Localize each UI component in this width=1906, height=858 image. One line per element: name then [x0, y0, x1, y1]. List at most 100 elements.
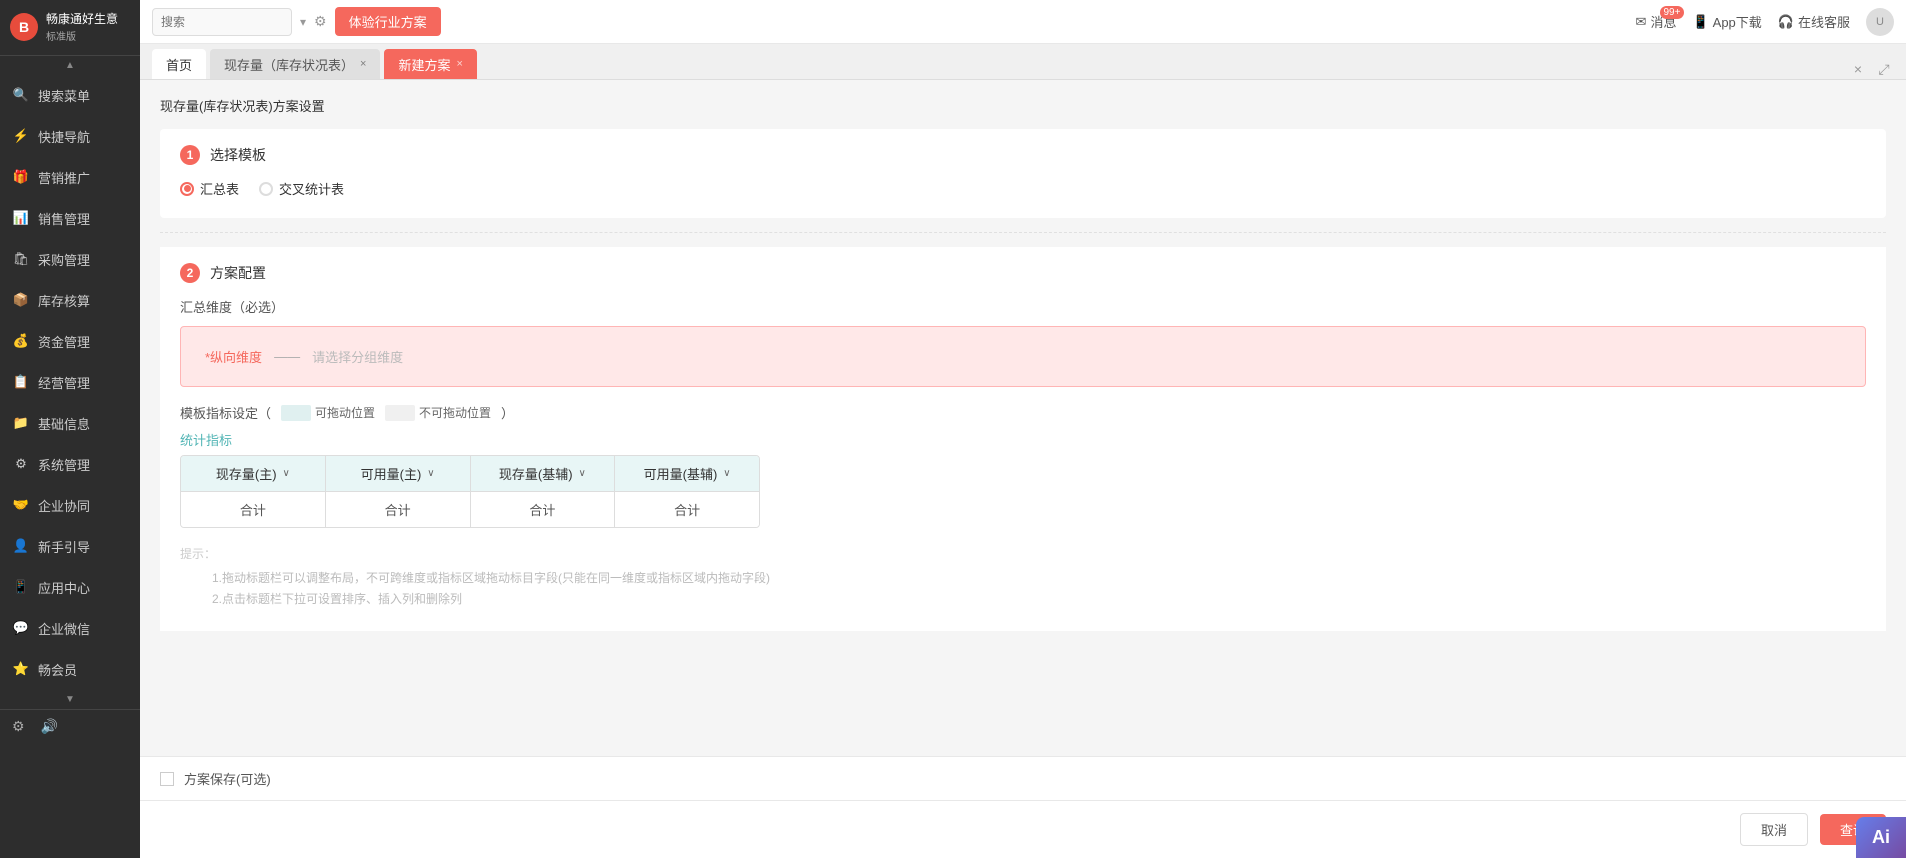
- sidebar-item-quick-nav[interactable]: ⚡ 快捷导航: [0, 116, 140, 157]
- metrics-table-row-0: 合计 合计 合计 合计: [181, 492, 759, 527]
- user-avatar[interactable]: U: [1866, 8, 1894, 36]
- basic-info-icon: 📁: [12, 414, 30, 432]
- topbar-left: ▾ ⚙ 体验行业方案: [152, 7, 1628, 36]
- topbar-dropdown-arrow[interactable]: ▾: [300, 15, 306, 29]
- tab-new-plan-label: 新建方案: [398, 55, 450, 74]
- close-window-icon[interactable]: ×: [1848, 59, 1868, 79]
- member-icon: ⭐: [12, 660, 30, 678]
- sidebar-item-basic-info[interactable]: 📁 基础信息: [0, 403, 140, 444]
- sidebar-item-system[interactable]: ⚙ 系统管理: [0, 444, 140, 485]
- search-nav-icon: 🔍: [12, 86, 30, 104]
- sidebar-item-system-label: 系统管理: [38, 455, 90, 474]
- sidebar-scroll-down[interactable]: ▼: [0, 690, 140, 709]
- page-title: 现存量(库存状况表)方案设置: [160, 96, 1886, 115]
- app-name: 畅康通好生意: [46, 12, 118, 28]
- tabbar: 首页 现存量（库存状况表） × 新建方案 × × ⤢: [140, 44, 1906, 80]
- ai-button[interactable]: Ai: [1856, 817, 1906, 858]
- sidebar-item-purchase[interactable]: 🛍 采购管理: [0, 239, 140, 280]
- sidebar-item-basic-info-label: 基础信息: [38, 414, 90, 433]
- non-draggable-text: 不可拖动位置: [419, 404, 491, 421]
- logo-icon: B: [10, 13, 38, 41]
- step1-title: 选择模板: [210, 145, 266, 165]
- sidebar-item-wechat[interactable]: 💬 企业微信: [0, 608, 140, 649]
- header-cell-1[interactable]: 可用量(主) ∨: [326, 456, 471, 491]
- volume-icon[interactable]: 🔊: [41, 718, 58, 735]
- sidebar-scroll-up[interactable]: ▲: [0, 56, 140, 75]
- header-cell-3[interactable]: 可用量(基辅) ∨: [615, 456, 759, 491]
- sidebar-logo: B 畅康通好生意 标准版: [0, 0, 140, 56]
- tab-inventory-status[interactable]: 现存量（库存状况表） ×: [210, 49, 380, 79]
- sidebar-item-inventory[interactable]: 📦 库存核算: [0, 280, 140, 321]
- sidebar-item-guide[interactable]: 👤 新手引导: [0, 526, 140, 567]
- metrics-label-text: 模板指标设定（: [180, 403, 271, 422]
- sidebar-item-wechat-label: 企业微信: [38, 619, 90, 638]
- app-download-label: App下载: [1713, 12, 1762, 31]
- sidebar-item-marketing[interactable]: 🎁 营销推广: [0, 157, 140, 198]
- radio-cross-label: 交叉统计表: [279, 179, 344, 198]
- sidebar-item-cooperation-label: 企业协同: [38, 496, 90, 515]
- tab-new-plan[interactable]: 新建方案 ×: [384, 49, 476, 79]
- tab-home-label: 首页: [166, 55, 192, 74]
- quick-nav-icon: ⚡: [12, 127, 30, 145]
- header-cell-0[interactable]: 现存量(主) ∨: [181, 456, 326, 491]
- trial-btn[interactable]: 体验行业方案: [335, 7, 441, 36]
- topbar-search-input[interactable]: [152, 8, 292, 36]
- cooperation-icon: 🤝: [12, 496, 30, 514]
- expand-window-icon[interactable]: ⤢: [1874, 59, 1894, 79]
- message-badge: 99+: [1660, 6, 1685, 19]
- stats-label: 统计指标: [180, 430, 1866, 449]
- cell-0-0: 合计: [181, 492, 326, 527]
- tips-section: 提示： 1.拖动标题栏可以调整布局，不可跨维度或指标区域拖动标目字段(只能在同一…: [180, 544, 1866, 611]
- sidebar-item-finance[interactable]: 💰 资金管理: [0, 321, 140, 362]
- online-service-btn[interactable]: 🎧 在线客服: [1778, 12, 1850, 31]
- content-area: 现存量(库存状况表)方案设置 1 选择模板 汇总表 交叉统计表: [140, 80, 1906, 756]
- cancel-button[interactable]: 取消: [1740, 813, 1808, 846]
- sidebar-item-operations-label: 经营管理: [38, 373, 90, 392]
- header-label-2: 现存量(基辅): [499, 464, 573, 483]
- cell-0-2: 合计: [471, 492, 616, 527]
- sidebar-item-member[interactable]: ⭐ 畅会员: [0, 649, 140, 690]
- sidebar-item-purchase-label: 采购管理: [38, 250, 90, 269]
- step1-header: 1 选择模板: [180, 145, 1866, 165]
- non-draggable-legend: 不可拖动位置: [385, 404, 491, 421]
- sidebar-item-quick-nav-label: 快捷导航: [38, 127, 90, 146]
- avatar-text: U: [1876, 16, 1884, 28]
- radio-summary[interactable]: 汇总表: [180, 179, 239, 198]
- metrics-label-row: 模板指标设定（ 可拖动位置 不可拖动位置 ）: [180, 403, 1866, 422]
- system-icon: ⚙: [12, 455, 30, 473]
- radio-cross-circle: [259, 182, 273, 196]
- step2-header: 2 方案配置: [180, 263, 1866, 283]
- step1-num: 1: [180, 145, 200, 165]
- settings-icon[interactable]: ⚙: [12, 718, 25, 735]
- message-icon: ✉: [1636, 14, 1647, 30]
- guide-icon: 👤: [12, 537, 30, 555]
- tip-1: 1.拖动标题栏可以调整布局，不可跨维度或指标区域拖动标目字段(只能在同一维度或指…: [180, 568, 1866, 590]
- marketing-icon: 🎁: [12, 168, 30, 186]
- message-btn[interactable]: ✉ 消息 99+: [1636, 12, 1677, 31]
- non-draggable-box: [385, 405, 415, 421]
- sidebar-item-cooperation[interactable]: 🤝 企业协同: [0, 485, 140, 526]
- sidebar-item-operations[interactable]: 📋 经营管理: [0, 362, 140, 403]
- app-download-icon: 📱: [1692, 14, 1708, 30]
- dimension-row: *纵向维度 —— 请选择分组维度: [205, 347, 1841, 366]
- tip-2: 2.点击标题栏下拉可设置排序、插入列和删除列: [180, 589, 1866, 611]
- tab-inventory-close-icon[interactable]: ×: [360, 58, 366, 70]
- online-service-label: 在线客服: [1798, 12, 1850, 31]
- cell-0-3: 合计: [615, 492, 759, 527]
- header-chevron-2: ∨: [579, 468, 586, 479]
- purchase-icon: 🛍: [12, 250, 30, 268]
- sidebar-item-app-center[interactable]: 📱 应用中心: [0, 567, 140, 608]
- header-cell-2[interactable]: 现存量(基辅) ∨: [471, 456, 616, 491]
- draggable-box: [281, 405, 311, 421]
- topbar-gear-icon[interactable]: ⚙: [314, 13, 327, 30]
- sidebar-item-search[interactable]: 🔍 搜索菜单: [0, 75, 140, 116]
- dimension-area[interactable]: *纵向维度 —— 请选择分组维度: [180, 326, 1866, 387]
- save-checkbox[interactable]: [160, 772, 174, 786]
- topbar-right: ✉ 消息 99+ 📱 App下载 🎧 在线客服 U: [1636, 8, 1894, 36]
- sidebar-item-sales[interactable]: 📊 销售管理: [0, 198, 140, 239]
- tab-home[interactable]: 首页: [152, 49, 206, 79]
- app-download-btn[interactable]: 📱 App下载: [1692, 12, 1761, 31]
- radio-cross[interactable]: 交叉统计表: [259, 179, 344, 198]
- header-label-1: 可用量(主): [361, 464, 422, 483]
- tab-new-plan-close-icon[interactable]: ×: [456, 58, 462, 70]
